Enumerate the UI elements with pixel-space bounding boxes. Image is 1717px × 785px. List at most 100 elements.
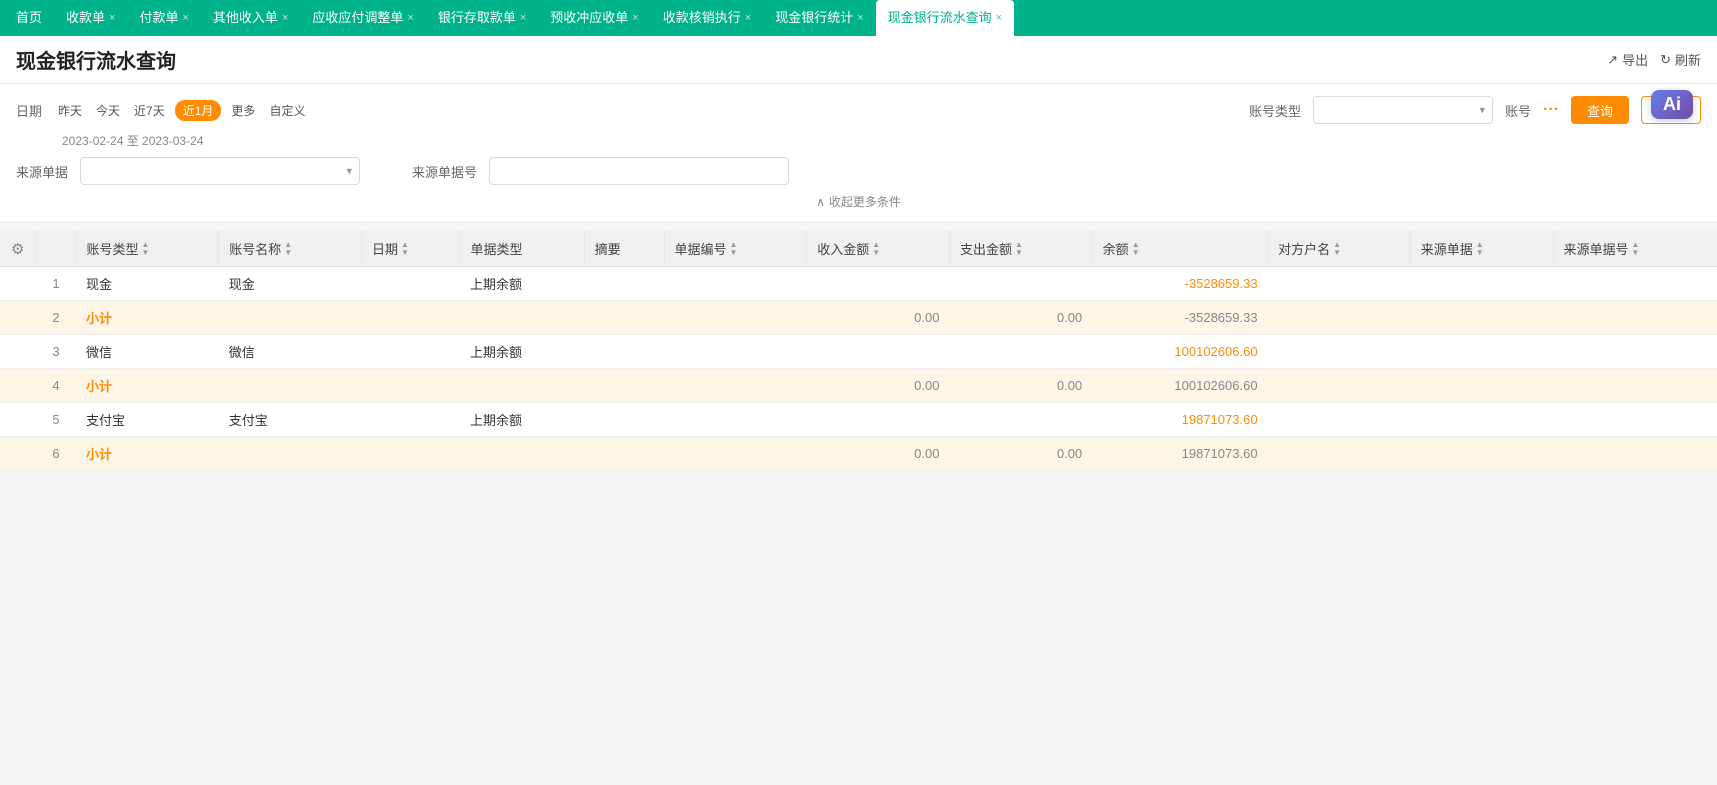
table-row: 5 支付宝 支付宝 上期余额 19871073.60	[0, 403, 1717, 437]
row-doc-no	[664, 267, 807, 301]
row-income: 0.00	[807, 437, 950, 471]
th-account-type[interactable]: 账号类型 ▲▼	[76, 231, 219, 267]
row-source-doc	[1410, 369, 1553, 403]
row-num: 2	[36, 301, 76, 335]
th-date[interactable]: 日期 ▲▼	[361, 231, 460, 267]
account-label: 账号	[1505, 101, 1531, 120]
row-income	[807, 403, 950, 437]
date-btn-7days[interactable]: 近7天	[130, 100, 169, 121]
date-btn-yesterday[interactable]: 昨天	[54, 100, 86, 121]
table-container: ⚙ 账号类型 ▲▼ 账号名称 ▲▼ 日期	[0, 231, 1717, 471]
row-expense	[949, 403, 1092, 437]
table-header-row: ⚙ 账号类型 ▲▼ 账号名称 ▲▼ 日期	[0, 231, 1717, 267]
row-counterparty	[1268, 335, 1411, 369]
th-balance[interactable]: 余额 ▲▼	[1092, 231, 1267, 267]
row-counterparty	[1268, 403, 1411, 437]
row-summary	[584, 301, 664, 335]
close-prepay-tab[interactable]: ×	[632, 0, 638, 36]
row-income	[807, 335, 950, 369]
collapse-label: 收起更多条件	[829, 193, 901, 210]
account-dots-button[interactable]: ···	[1543, 101, 1559, 119]
nav-home[interactable]: 首页	[4, 0, 54, 36]
row-summary	[584, 437, 664, 471]
refresh-icon: ↻	[1660, 52, 1671, 68]
account-type-select-wrapper: 现金 微信 支付宝	[1313, 96, 1493, 124]
table-row: 3 微信 微信 上期余额 100102606.60	[0, 335, 1717, 369]
row-gear	[0, 335, 36, 369]
nav-cash-stat[interactable]: 现金银行统计 ×	[763, 0, 875, 36]
row-counterparty	[1268, 267, 1411, 301]
row-doc-no	[664, 437, 807, 471]
account-type-label: 账号类型	[1249, 101, 1301, 120]
row-doc-type: 上期余额	[460, 335, 584, 369]
nav-verify[interactable]: 收款核销执行 ×	[651, 0, 763, 36]
nav-ar-ap[interactable]: 应收应付调整单 ×	[300, 0, 425, 36]
row-gear	[0, 437, 36, 471]
row-account-type: 小计	[76, 369, 219, 403]
row-date	[361, 369, 460, 403]
row-gear	[0, 369, 36, 403]
collapse-row[interactable]: ∧ 收起更多条件	[16, 189, 1701, 214]
account-type-select[interactable]: 现金 微信 支付宝	[1313, 96, 1493, 124]
nav-prepay[interactable]: 预收冲应收单 ×	[538, 0, 650, 36]
nav-other-income[interactable]: 其他收入单 ×	[201, 0, 300, 36]
th-income[interactable]: 收入金额 ▲▼	[807, 231, 950, 267]
table-row: 2 小计 0.00 0.00 -3528659.33	[0, 301, 1717, 335]
th-source-doc[interactable]: 来源单据 ▲▼	[1410, 231, 1553, 267]
row-income: 0.00	[807, 301, 950, 335]
th-expense[interactable]: 支出金额 ▲▼	[949, 231, 1092, 267]
row-source-doc-no	[1553, 301, 1717, 335]
row-account-type: 现金	[76, 267, 219, 301]
ai-badge[interactable]: Ai	[1651, 90, 1693, 119]
query-button[interactable]: 查询	[1571, 96, 1629, 124]
th-doc-no[interactable]: 单据编号 ▲▼	[664, 231, 807, 267]
date-btn-today[interactable]: 今天	[92, 100, 124, 121]
nav-cash-flow[interactable]: 现金银行流水查询 ×	[876, 0, 1014, 36]
th-account-name[interactable]: 账号名称 ▲▼	[219, 231, 362, 267]
close-receive-tab[interactable]: ×	[109, 0, 115, 36]
data-table: ⚙ 账号类型 ▲▼ 账号名称 ▲▼ 日期	[0, 231, 1717, 471]
close-pay-tab[interactable]: ×	[182, 0, 188, 36]
row-balance: 100102606.60	[1092, 369, 1267, 403]
date-btn-1month[interactable]: 近1月	[175, 100, 222, 121]
source-row: 来源单据 来源单据号	[16, 157, 1701, 185]
row-expense	[949, 335, 1092, 369]
row-account-name: 支付宝	[219, 403, 362, 437]
row-expense: 0.00	[949, 437, 1092, 471]
header-actions: ↗ 导出 ↻ 刷新	[1607, 50, 1701, 69]
row-source-doc-no	[1553, 267, 1717, 301]
nav-bank-deposit[interactable]: 银行存取款单 ×	[426, 0, 538, 36]
row-summary	[584, 369, 664, 403]
row-balance: -3528659.33	[1092, 267, 1267, 301]
row-source-doc	[1410, 335, 1553, 369]
row-account-type: 微信	[76, 335, 219, 369]
row-doc-type	[460, 369, 584, 403]
export-icon: ↗	[1607, 52, 1618, 68]
th-gear: ⚙	[0, 231, 36, 267]
date-btn-custom[interactable]: 自定义	[265, 100, 309, 121]
close-bank-deposit-tab[interactable]: ×	[520, 0, 526, 36]
close-other-income-tab[interactable]: ×	[282, 0, 288, 36]
close-verify-tab[interactable]: ×	[745, 0, 751, 36]
row-counterparty	[1268, 437, 1411, 471]
nav-pay[interactable]: 付款单 ×	[127, 0, 200, 36]
close-cash-stat-tab[interactable]: ×	[857, 0, 863, 36]
th-source-doc-no[interactable]: 来源单据号 ▲▼	[1553, 231, 1717, 267]
row-num: 1	[36, 267, 76, 301]
row-date	[361, 437, 460, 471]
close-ar-ap-tab[interactable]: ×	[407, 0, 413, 36]
row-account-name: 现金	[219, 267, 362, 301]
page-header: 现金银行流水查询 ↗ 导出 ↻ 刷新	[0, 36, 1717, 84]
date-btn-more[interactable]: 更多	[227, 100, 259, 121]
th-summary: 摘要	[584, 231, 664, 267]
gear-icon[interactable]: ⚙	[11, 241, 24, 258]
th-counterparty[interactable]: 对方户名 ▲▼	[1268, 231, 1411, 267]
nav-receive[interactable]: 收款单 ×	[54, 0, 127, 36]
source-doc-select[interactable]	[80, 157, 360, 185]
close-cash-flow-tab[interactable]: ×	[996, 0, 1002, 36]
export-button[interactable]: ↗ 导出	[1607, 50, 1648, 69]
refresh-button[interactable]: ↻ 刷新	[1660, 50, 1701, 69]
source-doc-num-input[interactable]	[489, 157, 789, 185]
table-row: 6 小计 0.00 0.00 19871073.60	[0, 437, 1717, 471]
row-expense: 0.00	[949, 301, 1092, 335]
